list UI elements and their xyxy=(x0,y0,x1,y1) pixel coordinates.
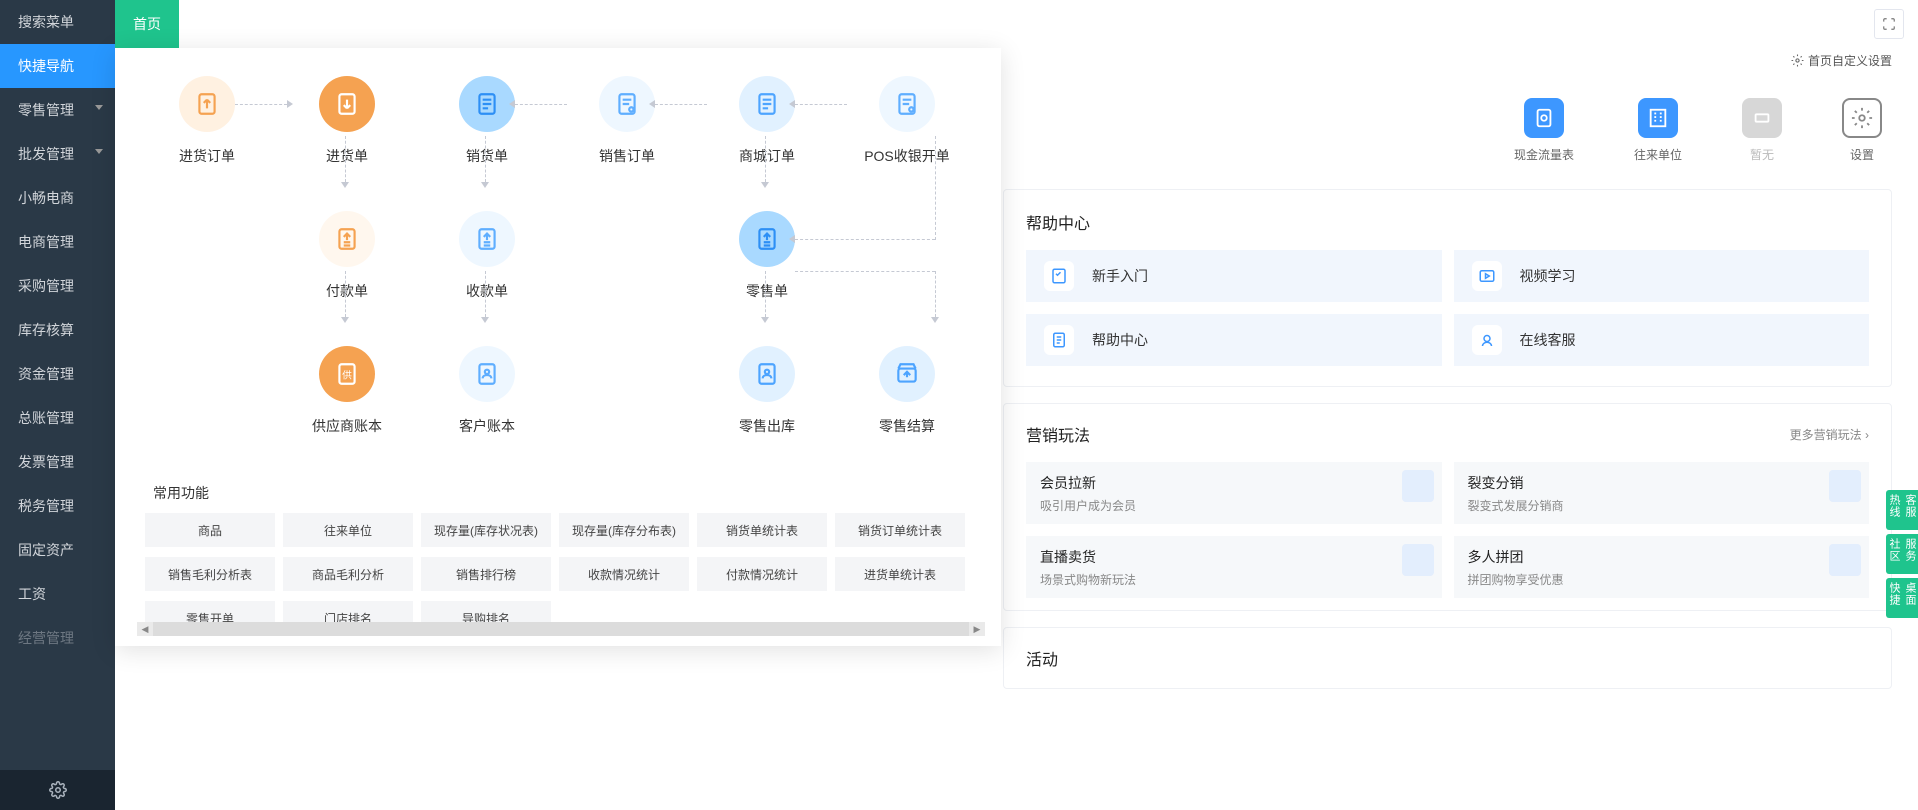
sidebar-tax[interactable]: 税务管理 xyxy=(0,484,115,528)
sidebar-retail[interactable]: 零售管理 xyxy=(0,88,115,132)
play-icon xyxy=(1478,267,1496,285)
chevron-down-icon xyxy=(95,149,103,154)
marketing-title: 营销玩法 xyxy=(1026,422,1090,446)
placeholder-icon xyxy=(1751,107,1773,129)
common-purchase-stat[interactable]: 进货单统计表 xyxy=(835,557,965,591)
common-sales-rank[interactable]: 销售排行榜 xyxy=(421,557,551,591)
headset-icon xyxy=(1478,331,1496,349)
report-icon xyxy=(1533,107,1555,129)
flow-retail-out[interactable]: 零售出库 xyxy=(697,346,837,481)
help-video[interactable]: 视频学习 xyxy=(1454,250,1870,302)
float-hotline[interactable]: 客服热线 xyxy=(1886,490,1918,530)
help-center-panel: 帮助中心 新手入门 视频学习 帮助中心 在线客服 xyxy=(1003,189,1892,387)
topbar: 首页 xyxy=(115,0,1918,48)
gear-icon xyxy=(49,781,67,799)
common-sales-profit[interactable]: 销售毛利分析表 xyxy=(145,557,275,591)
flow-purchase-order[interactable]: 进货订单 xyxy=(137,76,277,211)
flow-sales-order[interactable]: 销售订单 xyxy=(557,76,697,211)
common-partner[interactable]: 往来单位 xyxy=(283,513,413,547)
doc-icon xyxy=(1050,331,1068,349)
shortcut-icons: 首页自定义设置 现金流量表 往来单位 暂无 设置 xyxy=(1003,52,1892,163)
fullscreen-icon xyxy=(1882,17,1896,31)
common-functions-title: 常用功能 xyxy=(153,483,991,503)
svg-text:供: 供 xyxy=(342,368,352,381)
sidebar-quick-nav[interactable]: 快捷导航 xyxy=(0,44,115,88)
scroll-left-icon[interactable]: ◀ xyxy=(137,622,153,636)
help-support[interactable]: 在线客服 xyxy=(1454,314,1870,366)
sidebar-ecom-mgmt[interactable]: 电商管理 xyxy=(0,220,115,264)
mkt-member[interactable]: 会员拉新吸引用户成为会员 xyxy=(1026,462,1442,524)
scroll-thumb[interactable] xyxy=(153,622,969,636)
homepage-custom-settings[interactable]: 首页自定义设置 xyxy=(1791,52,1892,69)
fullscreen-button[interactable] xyxy=(1874,9,1904,39)
chevron-down-icon xyxy=(95,105,103,110)
common-sales-stat[interactable]: 销货单统计表 xyxy=(697,513,827,547)
mkt-group[interactable]: 多人拼团拼团购物享受优惠 xyxy=(1454,536,1870,598)
shortcut-settings[interactable]: 设置 xyxy=(1842,98,1882,163)
common-payment-stat[interactable]: 付款情况统计 xyxy=(697,557,827,591)
common-stock-status[interactable]: 现存量(库存状况表) xyxy=(421,513,551,547)
float-sidebar: 客服热线 服务社区 桌面快捷 xyxy=(1886,490,1918,618)
sidebar-purchase[interactable]: 采购管理 xyxy=(0,264,115,308)
sidebar-salary[interactable]: 工资 xyxy=(0,572,115,616)
sidebar-ledger[interactable]: 总账管理 xyxy=(0,396,115,440)
common-sales-order-stat[interactable]: 销货订单统计表 xyxy=(835,513,965,547)
scroll-right-icon[interactable]: ▶ xyxy=(969,622,985,636)
sidebar-search[interactable]: 搜索菜单 xyxy=(0,0,115,44)
help-newbie[interactable]: 新手入门 xyxy=(1026,250,1442,302)
flow-diagram: 进货订单 进货单 销货单 销售订单 商城订单 POS收银开单 付款单 收款单 零… xyxy=(137,76,991,481)
checklist-icon xyxy=(1050,267,1068,285)
shortcut-none[interactable]: 暂无 xyxy=(1742,98,1782,163)
building-icon xyxy=(1647,107,1669,129)
tab-home[interactable]: 首页 xyxy=(115,0,179,48)
marketing-panel: 营销玩法 更多营销玩法 › 会员拉新吸引用户成为会员 裂变分销裂变式发展分销商 … xyxy=(1003,403,1892,611)
float-desktop[interactable]: 桌面快捷 xyxy=(1886,578,1918,618)
gear-icon xyxy=(1791,54,1804,67)
sidebar-biz-mgmt[interactable]: 经营管理 xyxy=(0,616,115,660)
flow-retail[interactable]: 零售单 xyxy=(697,211,837,346)
activity-title: 活动 xyxy=(1026,646,1869,670)
flow-retail-settle[interactable]: 零售结算 xyxy=(837,346,977,481)
flow-purchase[interactable]: 进货单 xyxy=(277,76,417,211)
help-center[interactable]: 帮助中心 xyxy=(1026,314,1442,366)
common-receipt-stat[interactable]: 收款情况统计 xyxy=(559,557,689,591)
shortcut-cashflow[interactable]: 现金流量表 xyxy=(1514,98,1574,163)
mkt-fission[interactable]: 裂变分销裂变式发展分销商 xyxy=(1454,462,1870,524)
flow-receipt[interactable]: 收款单 xyxy=(417,211,557,346)
common-product-profit[interactable]: 商品毛利分析 xyxy=(283,557,413,591)
common-stock-dist[interactable]: 现存量(库存分布表) xyxy=(559,513,689,547)
sidebar-assets[interactable]: 固定资产 xyxy=(0,528,115,572)
flow-sales[interactable]: 销货单 xyxy=(417,76,557,211)
quick-nav-flyout: 进货订单 进货单 销货单 销售订单 商城订单 POS收银开单 付款单 收款单 零… xyxy=(115,48,1001,646)
gear-icon xyxy=(1851,107,1873,129)
sidebar-settings[interactable] xyxy=(0,770,115,810)
sidebar-wholesale[interactable]: 批发管理 xyxy=(0,132,115,176)
common-product[interactable]: 商品 xyxy=(145,513,275,547)
sidebar-ecom-xc[interactable]: 小畅电商 xyxy=(0,176,115,220)
float-community[interactable]: 服务社区 xyxy=(1886,534,1918,574)
chevron-right-icon: › xyxy=(1865,428,1869,442)
flow-customer-book[interactable]: 客户账本 xyxy=(417,346,557,481)
mkt-live[interactable]: 直播卖货场景式购物新玩法 xyxy=(1026,536,1442,598)
right-column: 首页自定义设置 现金流量表 往来单位 暂无 设置 帮助中心 新手入门 视频学习 … xyxy=(1003,52,1892,689)
flow-mall-order[interactable]: 商城订单 xyxy=(697,76,837,211)
sidebar-invoice[interactable]: 发票管理 xyxy=(0,440,115,484)
help-center-title: 帮助中心 xyxy=(1026,210,1869,234)
shortcut-partner[interactable]: 往来单位 xyxy=(1634,98,1682,163)
flow-pos[interactable]: POS收银开单 xyxy=(837,76,977,211)
flow-supplier-book[interactable]: 供供应商账本 xyxy=(277,346,417,481)
sidebar: 搜索菜单 快捷导航 零售管理 批发管理 小畅电商 电商管理 采购管理 库存核算 … xyxy=(0,0,115,810)
activity-panel: 活动 xyxy=(1003,627,1892,689)
flow-payment[interactable]: 付款单 xyxy=(277,211,417,346)
sidebar-inventory[interactable]: 库存核算 xyxy=(0,308,115,352)
sidebar-funds[interactable]: 资金管理 xyxy=(0,352,115,396)
marketing-more-link[interactable]: 更多营销玩法 › xyxy=(1790,426,1869,443)
horizontal-scrollbar[interactable]: ◀ ▶ xyxy=(137,622,985,636)
